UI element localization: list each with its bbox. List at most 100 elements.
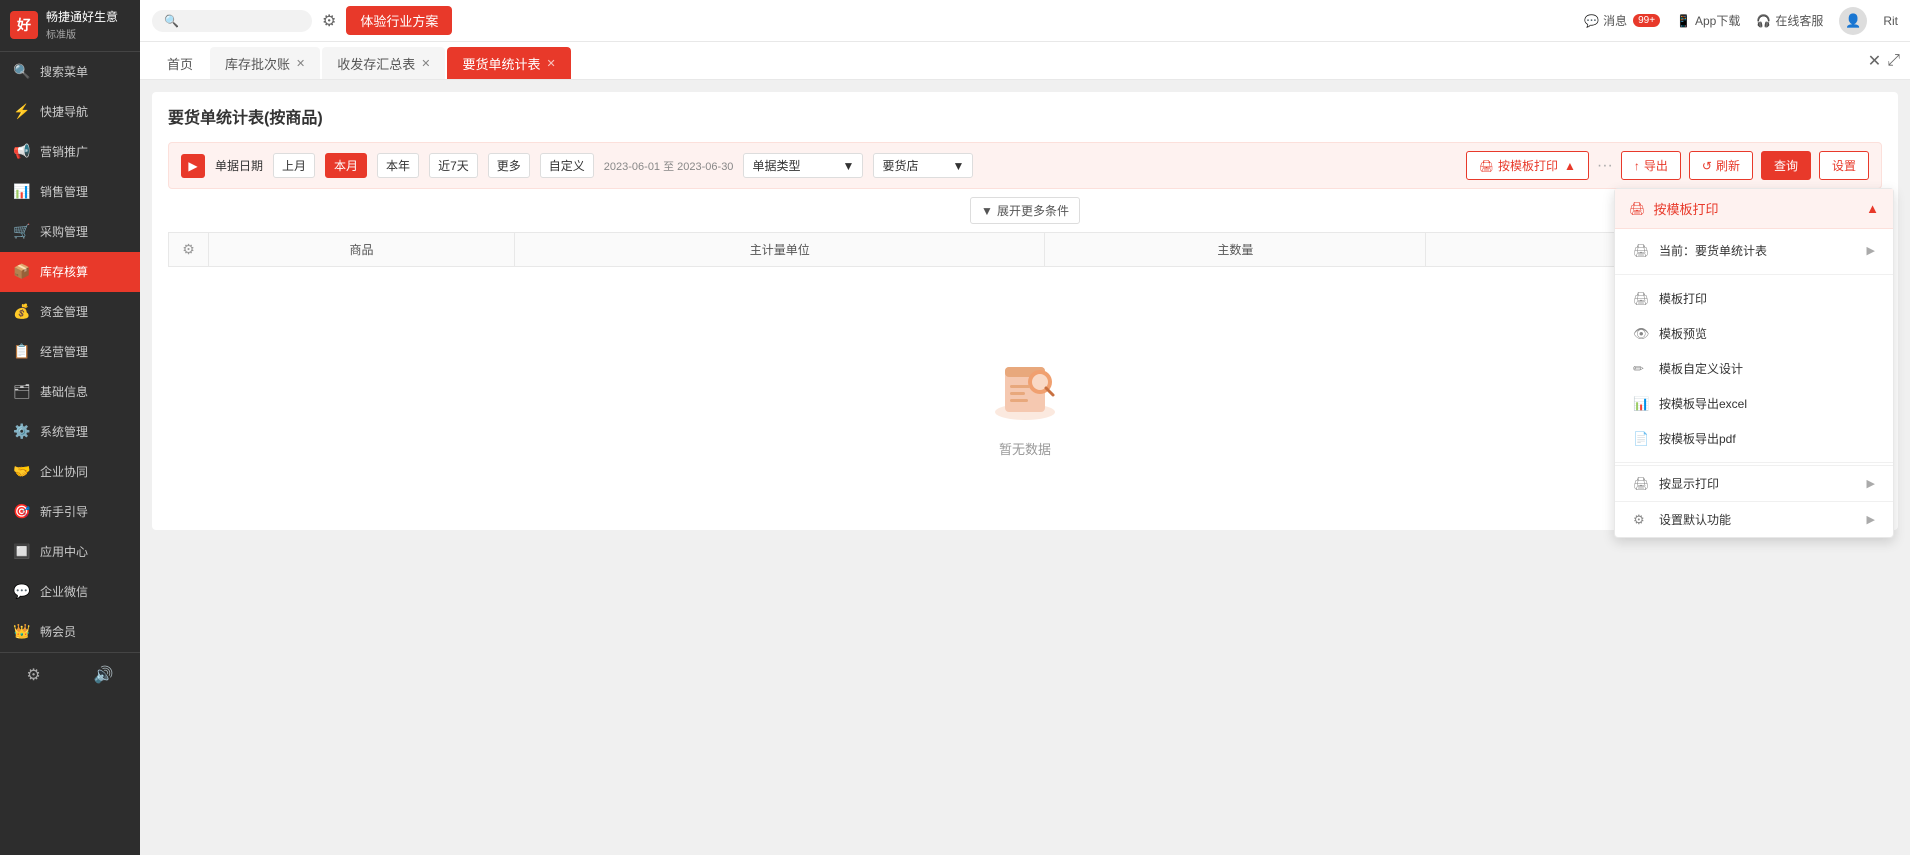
yaohuodian-label: 要货店: [882, 157, 918, 174]
sidebar-item-search[interactable]: 🔍 搜索菜单: [0, 52, 140, 92]
dropdown-header[interactable]: 🖨 按模板打印 ▲: [1615, 189, 1893, 229]
dropdown-template-export-excel[interactable]: 📊 按模板导出excel: [1615, 386, 1893, 421]
expand-icon: ▼: [981, 204, 993, 218]
order-type-select[interactable]: 单据类型 ▼: [743, 153, 863, 178]
chevron-right-icon: ▶: [1867, 513, 1875, 526]
divider: [1615, 274, 1893, 275]
export-label: 导出: [1644, 157, 1668, 174]
dropdown-template-print[interactable]: 🖨 模板打印: [1615, 281, 1893, 316]
query-button[interactable]: 查询: [1761, 151, 1811, 180]
export-icon: ↑: [1634, 159, 1640, 173]
tabs-bar: 首页 库存批次账 ✕ 收发存汇总表 ✕ 要货单统计表 ✕ ✕ ⤢: [140, 42, 1910, 80]
user-avatar[interactable]: 👤: [1839, 7, 1867, 35]
sidebar-item-finance[interactable]: 💰 资金管理: [0, 292, 140, 332]
sidebar-item-system[interactable]: ⚙️ 系统管理: [0, 412, 140, 452]
message-item[interactable]: 💬 消息 99+: [1584, 12, 1660, 29]
display-print-left: 🖨 按显示打印: [1633, 475, 1719, 492]
tab-batch-account[interactable]: 库存批次账 ✕: [210, 47, 320, 79]
logo-icon: 好: [10, 11, 38, 39]
chevron-up-icon: ▲: [1564, 159, 1576, 173]
date-range-label: 2023-06-01 至 2023-06-30: [604, 158, 734, 174]
set-default-icon: ⚙: [1633, 512, 1649, 528]
guide-icon: 🎯: [12, 502, 32, 522]
expand-more-btn[interactable]: ▼ 展开更多条件: [970, 197, 1080, 224]
date-last-7-days-btn[interactable]: 近7天: [429, 153, 478, 178]
sidebar-item-operation[interactable]: 📋 经营管理: [0, 332, 140, 372]
sidebar-item-marketing[interactable]: 📢 营销推广: [0, 132, 140, 172]
marketing-icon: 📢: [12, 142, 32, 162]
print-header-icon: 🖨: [1629, 201, 1646, 217]
more-options-icon[interactable]: ···: [1597, 157, 1613, 175]
sidebar-item-guide[interactable]: 🎯 新手引导: [0, 492, 140, 532]
template-custom-icon: ✏: [1633, 361, 1649, 377]
topbar-search[interactable]: 🔍: [152, 10, 312, 32]
template-print-icon: 🖨: [1633, 291, 1649, 307]
settings-bottom-icon[interactable]: ⚙: [18, 661, 48, 689]
dropdown-current-item[interactable]: 🖨 当前：要货单统计表 ▶: [1615, 233, 1893, 268]
filter-toggle-button[interactable]: ▶: [181, 154, 205, 178]
tab-receipt-summary[interactable]: 收发存汇总表 ✕: [322, 47, 445, 79]
display-print-label: 按显示打印: [1659, 475, 1719, 492]
sidebar-item-quick-nav[interactable]: ⚡ 快捷导航: [0, 92, 140, 132]
dropdown-template-export-pdf[interactable]: 📄 按模板导出pdf: [1615, 421, 1893, 456]
export-button[interactable]: ↑ 导出: [1621, 151, 1681, 180]
tab-close-icon[interactable]: ✕: [421, 57, 430, 70]
sidebar-item-label: 系统管理: [40, 423, 88, 440]
topbar-gear-icon[interactable]: ⚙: [322, 11, 336, 31]
empty-text: 暂无数据: [999, 439, 1051, 458]
sidebar-item-app-center[interactable]: 🔲 应用中心: [0, 532, 140, 572]
date-this-month-btn[interactable]: 本月: [325, 153, 367, 178]
sidebar-item-label: 企业协同: [40, 463, 88, 480]
date-more-btn[interactable]: 更多: [488, 153, 530, 178]
settings-button[interactable]: 设置: [1819, 151, 1869, 180]
username-label[interactable]: Rit: [1883, 14, 1898, 28]
sidebar-item-purchase[interactable]: 🛒 采购管理: [0, 212, 140, 252]
maximize-icon[interactable]: ⤢: [1887, 52, 1900, 70]
dropdown-template-custom[interactable]: ✏ 模板自定义设计: [1615, 351, 1893, 386]
tab-close-icon[interactable]: ✕: [296, 57, 305, 70]
date-prev-month-btn[interactable]: 上月: [273, 153, 315, 178]
date-filter-label: 单据日期: [215, 157, 263, 174]
print-button[interactable]: 🖨 按模板打印 ▲: [1466, 151, 1589, 180]
service-icon: 🎧: [1756, 14, 1771, 28]
print-dropdown-panel: 🖨 按模板打印 ▲ 🖨 当前：要货单统计表 ▶ 🖨 模板打印: [1614, 188, 1894, 538]
speaker-bottom-icon[interactable]: 🔊: [86, 661, 122, 689]
message-badge: 99+: [1633, 14, 1660, 27]
sidebar-item-basic[interactable]: 🗂 基础信息: [0, 372, 140, 412]
date-custom-btn[interactable]: 自定义: [540, 153, 594, 178]
chevron-up-icon: ▲: [1866, 201, 1879, 216]
tab-home[interactable]: 首页: [152, 47, 208, 79]
tab-close-icon[interactable]: ✕: [547, 57, 556, 70]
close-all-icon[interactable]: ✕: [1868, 51, 1881, 71]
yaohuodian-select[interactable]: 要货店 ▼: [873, 153, 973, 178]
table-settings-icon: ⚙: [182, 241, 195, 257]
dropdown-set-default[interactable]: ⚙ 设置默认功能 ▶: [1615, 501, 1893, 537]
app-download-item[interactable]: 📱 App下载: [1676, 12, 1740, 29]
trial-button[interactable]: 体验行业方案: [346, 6, 452, 35]
sidebar-item-sales[interactable]: 📊 销售管理: [0, 172, 140, 212]
dropdown-template-preview[interactable]: 👁 模板预览: [1615, 316, 1893, 351]
online-service-item[interactable]: 🎧 在线客服: [1756, 12, 1823, 29]
dropdown-header-right: ▲: [1866, 201, 1879, 216]
app-badge: 标准版: [46, 26, 118, 41]
sidebar-item-inventory[interactable]: 📦 库存核算: [0, 252, 140, 292]
filter-bar: ▶ 单据日期 上月 本月 本年 近7天 更多 自定义 2023-06-01 至 …: [168, 142, 1882, 189]
sidebar-bottom: ⚙ 🔊: [0, 652, 140, 697]
refresh-icon: ↺: [1702, 159, 1712, 173]
sidebar-item-enterprise[interactable]: 🤝 企业协同: [0, 452, 140, 492]
dropdown-title: 按模板打印: [1654, 199, 1719, 218]
main-area: 🔍 ⚙ 体验行业方案 💬 消息 99+ 📱 App下载 🎧 在线客服 👤 Rit: [140, 0, 1910, 855]
display-print-icon: 🖨: [1633, 476, 1649, 492]
refresh-button[interactable]: ↺ 刷新: [1689, 151, 1753, 180]
set-default-label: 设置默认功能: [1659, 511, 1731, 528]
sidebar-item-enterprise-wechat[interactable]: 💬 企业微信: [0, 572, 140, 612]
tab-order-stats[interactable]: 要货单统计表 ✕: [447, 47, 570, 79]
table-settings-header[interactable]: ⚙: [169, 233, 209, 267]
tab-batch-account-label: 库存批次账: [225, 54, 290, 73]
print-icon: 🖨: [1479, 159, 1494, 173]
dropdown-display-print[interactable]: 🖨 按显示打印 ▶: [1615, 465, 1893, 501]
app-logo: 好 畅捷通好生意 标准版: [0, 0, 140, 52]
sidebar-item-vip[interactable]: 👑 畅会员: [0, 612, 140, 652]
date-this-year-btn[interactable]: 本年: [377, 153, 419, 178]
search-icon: 🔍: [12, 62, 32, 82]
